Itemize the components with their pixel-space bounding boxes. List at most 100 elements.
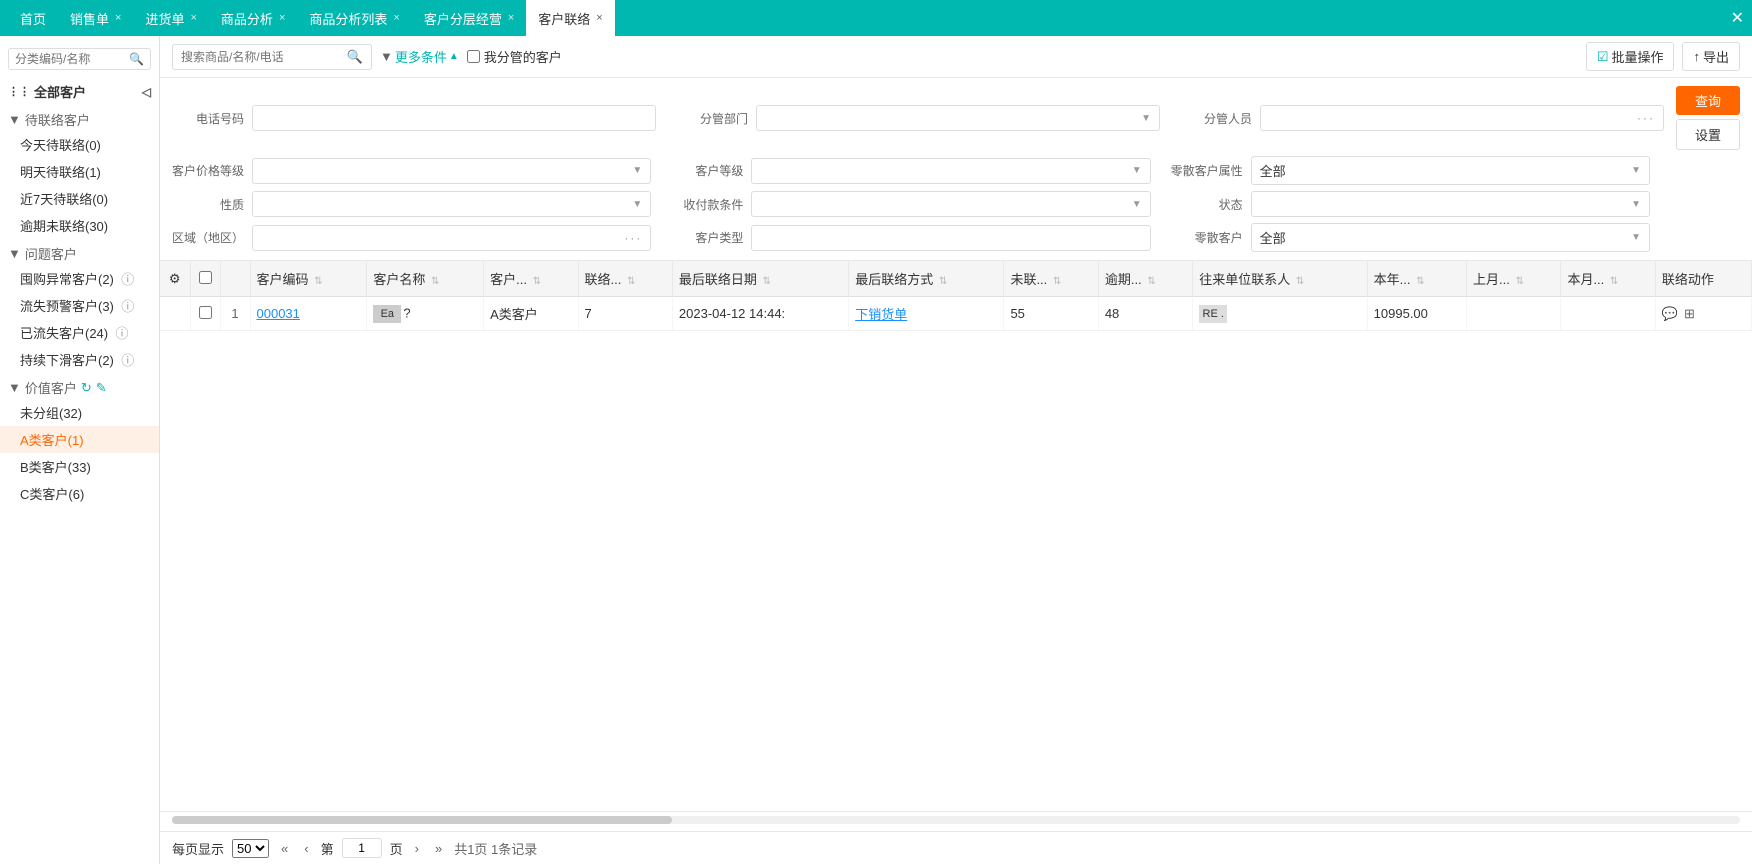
settings-column-header[interactable]: ⚙ [160, 261, 190, 297]
col-header-last-way[interactable]: 最后联络方式 ⇅ [849, 261, 1004, 297]
customer-level-select[interactable]: ▼ [751, 158, 1150, 184]
group-value-customers[interactable]: ▼ 价值客户 ↻ ✎ [0, 373, 159, 399]
sidebar: 🔍 ⋮⋮ 全部客户 ◁ ▼ 待联络客户 今天待联络(0) 明天待联络(1) 近7… [0, 36, 160, 864]
customer-type-input[interactable] [751, 225, 1150, 251]
refresh-icon[interactable]: ↻ [81, 380, 92, 396]
group-pending-contact[interactable]: ▼ 待联络客户 [0, 105, 159, 131]
col-header-code[interactable]: 客户编码 ⇅ [250, 261, 367, 297]
group-label: 价值客户 [25, 378, 77, 397]
main-search-box[interactable]: 🔍 [172, 44, 372, 70]
sidebar-search-input[interactable] [15, 52, 129, 66]
nav-tab-sales[interactable]: 销售单 × [58, 0, 133, 36]
group-problem-customers[interactable]: ▼ 问题客户 [0, 239, 159, 265]
close-icon[interactable]: × [279, 12, 285, 24]
filter-price-level: 客户价格等级 ▼ [172, 158, 651, 184]
sidebar-item-class-b[interactable]: B类客户(33) [0, 453, 159, 480]
col-header-this-month[interactable]: 本月... ⇅ [1561, 261, 1655, 297]
sidebar-item-declining[interactable]: 持续下滑客户(2) ⓘ [0, 346, 159, 373]
main-search-input[interactable] [181, 50, 347, 64]
region-input[interactable]: ··· [252, 225, 651, 251]
my-customers-checkbox[interactable]: 我分管的客户 [467, 47, 562, 66]
row-code[interactable]: 000031 [250, 297, 367, 331]
filter-manager: 分管人员 ··· [1180, 105, 1664, 131]
horizontal-scrollbar[interactable] [172, 816, 1740, 824]
sort-icon: ⇅ [1296, 276, 1304, 287]
close-icon[interactable]: × [596, 12, 602, 24]
manager-input[interactable]: ··· [1260, 105, 1664, 131]
col-header-uncontacted[interactable]: 未联... ⇅ [1004, 261, 1098, 297]
batch-ops-button[interactable]: ☑ 批量操作 [1586, 42, 1675, 71]
nav-tab-customer-contact[interactable]: 客户联络 × [526, 0, 614, 36]
sidebar-item-class-a[interactable]: A类客户(1) [0, 426, 159, 453]
phone-input[interactable] [252, 105, 656, 131]
page-next-button[interactable]: › [411, 839, 423, 858]
row-last-date: 2023-04-12 14:44: [672, 297, 848, 331]
col-header-this-year[interactable]: 本年... ⇅ [1367, 261, 1466, 297]
more-conditions-button[interactable]: ▼ 更多条件 ▲ [380, 47, 459, 66]
close-icon[interactable]: × [393, 12, 399, 24]
sidebar-item-class-c[interactable]: C类客户(6) [0, 480, 159, 507]
price-level-select[interactable]: ▼ [252, 158, 651, 184]
per-page-select[interactable]: 50 [232, 839, 269, 858]
col-header-name[interactable]: 客户名称 ⇅ [367, 261, 484, 297]
nav-tab-product-analysis[interactable]: 商品分析 × [209, 0, 297, 36]
chat-icon[interactable]: 💬 [1662, 306, 1678, 322]
checkbox-column-header[interactable] [190, 261, 220, 297]
nav-tab-purchase[interactable]: 进货单 × [133, 0, 208, 36]
col-header-contact[interactable]: 联络... ⇅ [578, 261, 672, 297]
page-number-input[interactable] [342, 838, 382, 858]
total-records: 共1页 1条记录 [454, 839, 537, 858]
info-icon: ⓘ [115, 326, 128, 341]
export-button[interactable]: ↑ 导出 [1682, 42, 1740, 71]
sidebar-item-ungrouped[interactable]: 未分组(32) [0, 399, 159, 426]
row-checkbox-cell[interactable] [190, 297, 220, 331]
nav-tab-customer-segment[interactable]: 客户分层经营 × [412, 0, 526, 36]
page-prev-button[interactable]: ‹ [300, 839, 312, 858]
search-icon: 🔍 [129, 52, 144, 66]
select-all-checkbox[interactable] [199, 271, 212, 284]
page-first-button[interactable]: « [277, 839, 292, 858]
settings-button[interactable]: 设置 [1676, 119, 1740, 150]
scrollbar-thumb[interactable] [172, 816, 672, 824]
col-header-last-date[interactable]: 最后联络日期 ⇅ [672, 261, 848, 297]
advanced-filters: 电话号码 分管部门 ▼ 分管人员 ··· [160, 78, 1752, 261]
edit-icon[interactable]: ✎ [96, 380, 107, 396]
sidebar-item-churned[interactable]: 已流失客户(24) ⓘ [0, 319, 159, 346]
col-header-overdue[interactable]: 逾期... ⇅ [1098, 261, 1192, 297]
nav-tab-product-list[interactable]: 商品分析列表 × [297, 0, 411, 36]
nav-home[interactable]: 首页 [8, 0, 58, 36]
filter-phone: 电话号码 [172, 105, 656, 131]
close-icon[interactable]: × [190, 12, 196, 24]
sidebar-item-churn-warning[interactable]: 流失预警客户(3) ⓘ [0, 292, 159, 319]
dept-select[interactable]: ▼ [756, 105, 1160, 131]
filter-status: 状态 ▼ [1171, 191, 1650, 217]
row-this-month [1561, 297, 1655, 331]
sidebar-item-7days-pending[interactable]: 近7天待联络(0) [0, 185, 159, 212]
fold-icon[interactable]: ◁ [142, 85, 151, 99]
row-checkbox[interactable] [199, 306, 212, 319]
sidebar-search-box[interactable]: 🔍 [8, 48, 151, 70]
sidebar-item-overdue-contact[interactable]: 逾期未联络(30) [0, 212, 159, 239]
close-icon[interactable]: × [508, 12, 514, 24]
export-icon: ↑ [1693, 49, 1700, 64]
retail-select[interactable]: 全部 ▼ [1251, 223, 1650, 252]
sidebar-item-tomorrow-pending[interactable]: 明天待联络(1) [0, 158, 159, 185]
row-last-way[interactable]: 下销货单 [849, 297, 1004, 331]
my-customers-check[interactable] [467, 50, 480, 63]
nature-select[interactable]: ▼ [252, 191, 651, 217]
close-icon[interactable]: × [115, 12, 121, 24]
status-select[interactable]: ▼ [1251, 191, 1650, 217]
sidebar-item-today-pending[interactable]: 今天待联络(0) [0, 131, 159, 158]
close-all-button[interactable]: ✕ [1731, 8, 1744, 28]
col-header-company-contact[interactable]: 往来单位联系人 ⇅ [1193, 261, 1367, 297]
retail-attr-select[interactable]: 全部 ▼ [1251, 156, 1650, 185]
all-customers-header[interactable]: ⋮⋮ 全部客户 ◁ [0, 78, 159, 105]
query-button[interactable]: 查询 [1676, 86, 1740, 115]
page-last-button[interactable]: » [431, 839, 446, 858]
payment-select[interactable]: ▼ [751, 191, 1150, 217]
col-header-type[interactable]: 客户... ⇅ [484, 261, 578, 297]
grid-icon[interactable]: ⊞ [1684, 306, 1695, 322]
col-header-last-month[interactable]: 上月... ⇅ [1467, 261, 1561, 297]
sidebar-item-hoard-abnormal[interactable]: 囤购异常客户(2) ⓘ [0, 265, 159, 292]
search-icon: 🔍 [347, 49, 363, 65]
